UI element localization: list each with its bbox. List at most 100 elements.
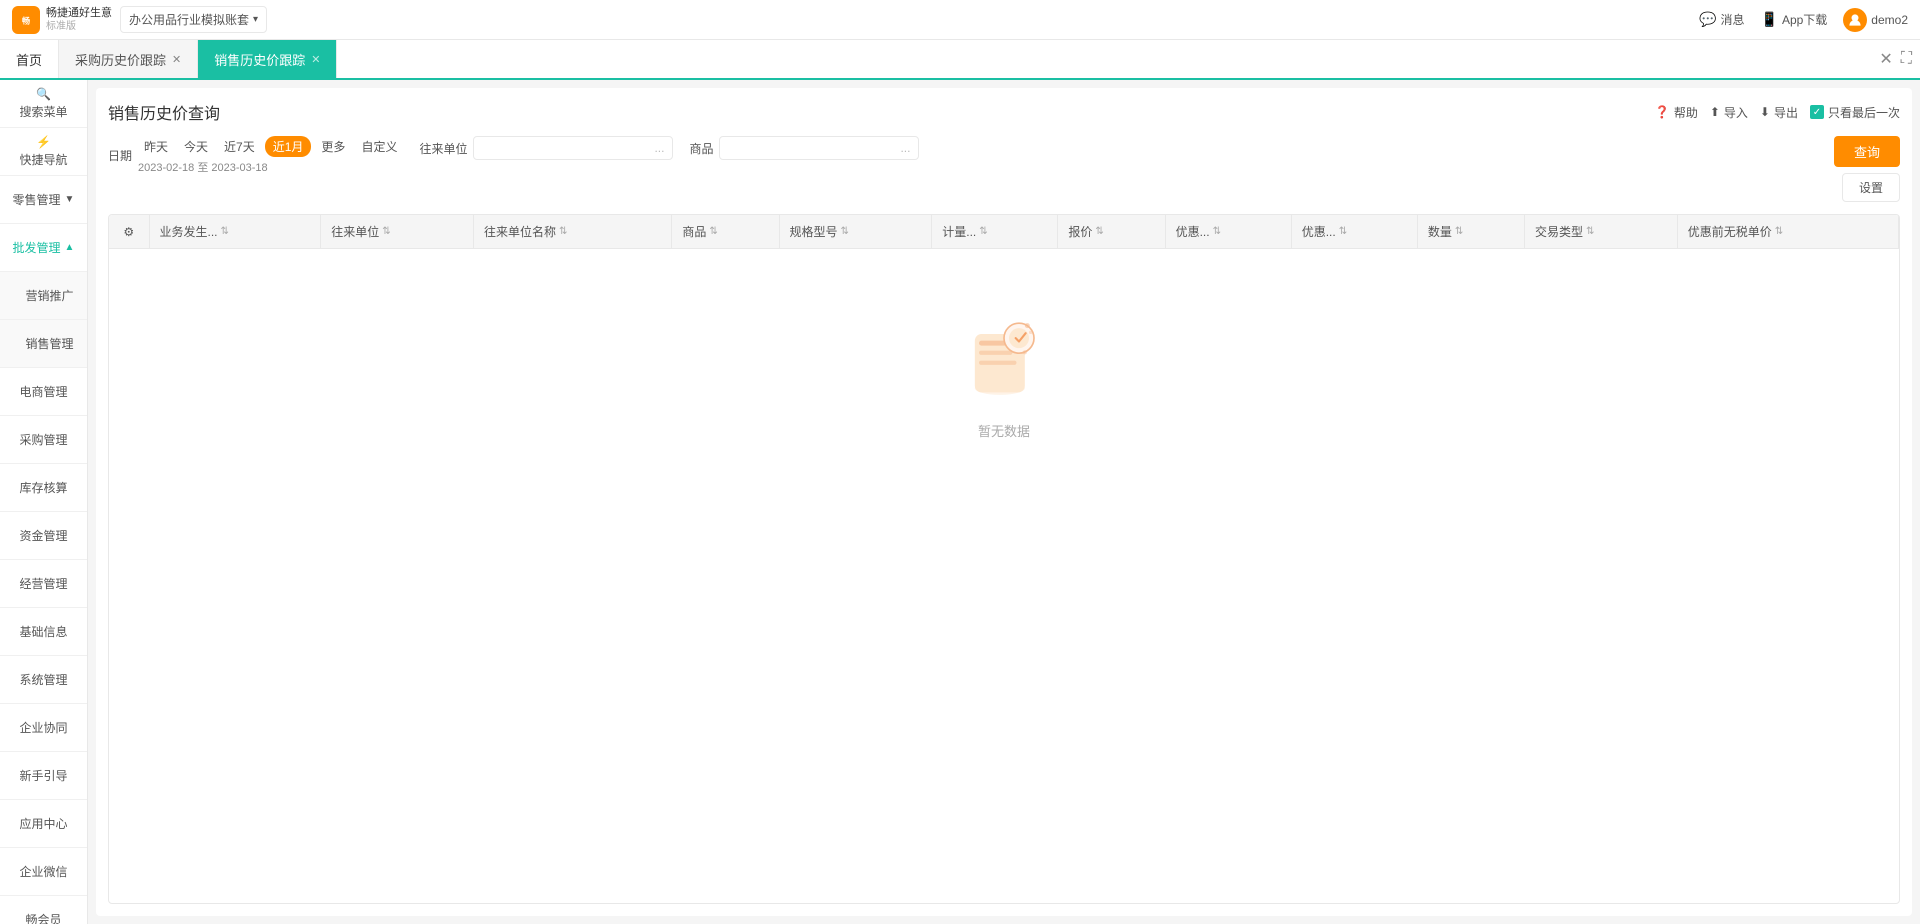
- sidebar-item-quick-nav[interactable]: ⚡ 快捷导航: [0, 128, 87, 176]
- col-quote[interactable]: 报价 ⇅: [1058, 215, 1165, 249]
- sort-icon-biz-date: ⇅: [221, 226, 229, 237]
- partner-filter-input[interactable]: ...: [473, 136, 673, 160]
- product-filter-label: 商品: [689, 140, 713, 157]
- tab-purchase-history[interactable]: 采购历史价跟踪 ✕: [59, 40, 198, 78]
- sidebar-item-enterprise-coop[interactable]: 企业协同: [0, 704, 87, 752]
- maximize-tab-btn[interactable]: ⛶: [1901, 50, 1912, 68]
- app-center-label: 应用中心: [19, 815, 67, 832]
- empty-state: 暂无数据: [109, 249, 1899, 500]
- col-biz-date[interactable]: 业务发生... ⇅: [149, 215, 321, 249]
- app-selector[interactable]: 办公用品行业模拟账套 ▾: [120, 6, 267, 33]
- sidebar-item-sales-mgmt[interactable]: 销售管理: [0, 320, 87, 368]
- sidebar-item-business-mgmt[interactable]: 经营管理: [0, 560, 87, 608]
- sort-icon-partner-code: ⇅: [382, 226, 390, 237]
- chevron-down-icon: ▾: [253, 14, 258, 25]
- sales-mgmt-label: 销售管理: [25, 335, 73, 352]
- content-area: 销售历史价查询 ❓ 帮助 ⬆ 导入 ⬇ 导出 ✓: [88, 80, 1920, 924]
- date-btn-today[interactable]: 今天: [178, 136, 214, 157]
- col-product[interactable]: 商品 ⇅: [672, 215, 779, 249]
- only-last-check[interactable]: ✓ 只看最后一次: [1810, 104, 1900, 121]
- header-right: 💬 消息 📱 App下载 demo2: [1699, 8, 1908, 32]
- system-mgmt-label: 系统管理: [19, 671, 67, 688]
- sidebar-item-inventory-check[interactable]: 库存核算: [0, 464, 87, 512]
- sort-icon-trade-type: ⇅: [1586, 226, 1594, 237]
- purchase-tab-label: 采购历史价跟踪: [75, 50, 166, 69]
- sort-icon-quantity: ⇅: [1455, 226, 1463, 237]
- date-btn-7days[interactable]: 近7天: [218, 136, 261, 157]
- export-action[interactable]: ⬇ 导出: [1760, 104, 1798, 121]
- date-btn-yesterday[interactable]: 昨天: [138, 136, 174, 157]
- col-quantity[interactable]: 数量 ⇅: [1417, 215, 1524, 249]
- sidebar-item-purchase-mgmt[interactable]: 采购管理: [0, 416, 87, 464]
- product-input-more: ...: [900, 141, 910, 155]
- marketing-label: 营销推广: [25, 287, 73, 304]
- home-tab-label: 首页: [16, 50, 42, 69]
- partner-filter-group: 往来单位 ...: [419, 136, 673, 160]
- col-settings[interactable]: ⚙: [109, 215, 149, 249]
- date-btn-custom[interactable]: 自定义: [355, 136, 403, 157]
- sort-icon-product: ⇅: [709, 226, 717, 237]
- tab-sales-history[interactable]: 销售历史价跟踪 ✕: [198, 40, 337, 78]
- sidebar-item-system-mgmt[interactable]: 系统管理: [0, 656, 87, 704]
- header-left: 畅 畅捷通好生意 标准版 办公用品行业模拟账套 ▾: [12, 6, 267, 34]
- search-menu-icon: 🔍: [36, 87, 51, 101]
- member-label: 畅会员: [25, 911, 61, 924]
- user-avatar-action[interactable]: demo2: [1843, 8, 1908, 32]
- purchase-tab-close[interactable]: ✕: [172, 53, 181, 66]
- app-download-action[interactable]: 📱 App下载: [1761, 11, 1828, 28]
- message-action[interactable]: 💬 消息: [1699, 11, 1744, 28]
- col-trade-type[interactable]: 交易类型 ⇅: [1525, 215, 1678, 249]
- col-discount1[interactable]: 优惠... ⇅: [1165, 215, 1291, 249]
- date-btn-more[interactable]: 更多: [315, 136, 351, 157]
- sort-icon-spec: ⇅: [841, 226, 849, 237]
- sales-tab-close[interactable]: ✕: [311, 53, 320, 66]
- sidebar-item-basic-info[interactable]: 基础信息: [0, 608, 87, 656]
- sidebar-item-member[interactable]: 畅会员: [0, 896, 87, 924]
- product-filter-input[interactable]: ...: [719, 136, 919, 160]
- sidebar-item-finance-mgmt[interactable]: 资金管理: [0, 512, 87, 560]
- basic-info-label: 基础信息: [19, 623, 67, 640]
- tab-bar-actions: ✕ ⛶: [1879, 49, 1920, 69]
- col-partner-code[interactable]: 往来单位 ⇅: [321, 215, 474, 249]
- close-tab-btn[interactable]: ✕: [1879, 49, 1892, 69]
- sort-icon-partner-name: ⇅: [559, 226, 567, 237]
- col-pretax-price[interactable]: 优惠前无税单价 ⇅: [1677, 215, 1898, 249]
- col-unit[interactable]: 计量... ⇅: [932, 215, 1058, 249]
- business-mgmt-label: 经营管理: [19, 575, 67, 592]
- tab-home[interactable]: 首页: [0, 40, 59, 78]
- enterprise-coop-label: 企业协同: [19, 719, 67, 736]
- query-button[interactable]: 查询: [1834, 136, 1900, 167]
- retail-mgmt-label: 零售管理: [13, 191, 61, 208]
- wholesale-mgmt-arrow: ▲: [65, 242, 75, 253]
- partner-input-more: ...: [654, 141, 664, 155]
- search-menu-label: 搜索菜单: [19, 103, 67, 120]
- date-btn-1month[interactable]: 近1月: [265, 136, 312, 157]
- sidebar-item-app-center[interactable]: 应用中心: [0, 800, 87, 848]
- sidebar-item-enterprise-wechat[interactable]: 企业微信: [0, 848, 87, 896]
- beginner-guide-label: 新手引导: [19, 767, 67, 784]
- sidebar: 🔍 搜索菜单 ⚡ 快捷导航 零售管理 ▼ 批发管理 ▲ 营销推广 销售管理 电商…: [0, 80, 88, 924]
- date-filters: 昨天 今天 近7天 近1月 更多 自定义 2023-02-18 至 2023-0…: [138, 136, 403, 175]
- settings-button[interactable]: 设置: [1842, 173, 1900, 202]
- help-label: 帮助: [1674, 104, 1698, 121]
- col-partner-name[interactable]: 往来单位名称 ⇅: [474, 215, 672, 249]
- col-discount2[interactable]: 优惠... ⇅: [1291, 215, 1417, 249]
- data-table: ⚙ 业务发生... ⇅ 往来单位: [109, 215, 1899, 249]
- top-header: 畅 畅捷通好生意 标准版 办公用品行业模拟账套 ▾ 💬 消息 📱 App下载 d…: [0, 0, 1920, 40]
- sidebar-item-wholesale-mgmt[interactable]: 批发管理 ▲: [0, 224, 87, 272]
- sidebar-item-retail-mgmt[interactable]: 零售管理 ▼: [0, 176, 87, 224]
- help-action[interactable]: ❓ 帮助: [1655, 104, 1698, 121]
- page-container: 销售历史价查询 ❓ 帮助 ⬆ 导入 ⬇ 导出 ✓: [96, 88, 1912, 916]
- download-icon: 📱: [1761, 11, 1778, 28]
- date-btns: 昨天 今天 近7天 近1月 更多 自定义: [138, 136, 403, 157]
- settings-icon: ⚙: [123, 225, 134, 239]
- sidebar-item-search-menu[interactable]: 🔍 搜索菜单: [0, 80, 87, 128]
- sidebar-item-beginner-guide[interactable]: 新手引导: [0, 752, 87, 800]
- only-last-checkbox[interactable]: ✓: [1810, 105, 1824, 119]
- quick-nav-icon: ⚡: [36, 135, 51, 149]
- col-spec[interactable]: 规格型号 ⇅: [779, 215, 932, 249]
- sidebar-item-marketing[interactable]: 营销推广: [0, 272, 87, 320]
- import-action[interactable]: ⬆ 导入: [1710, 104, 1748, 121]
- sort-icon-unit: ⇅: [979, 226, 987, 237]
- sidebar-item-ecommerce-mgmt[interactable]: 电商管理: [0, 368, 87, 416]
